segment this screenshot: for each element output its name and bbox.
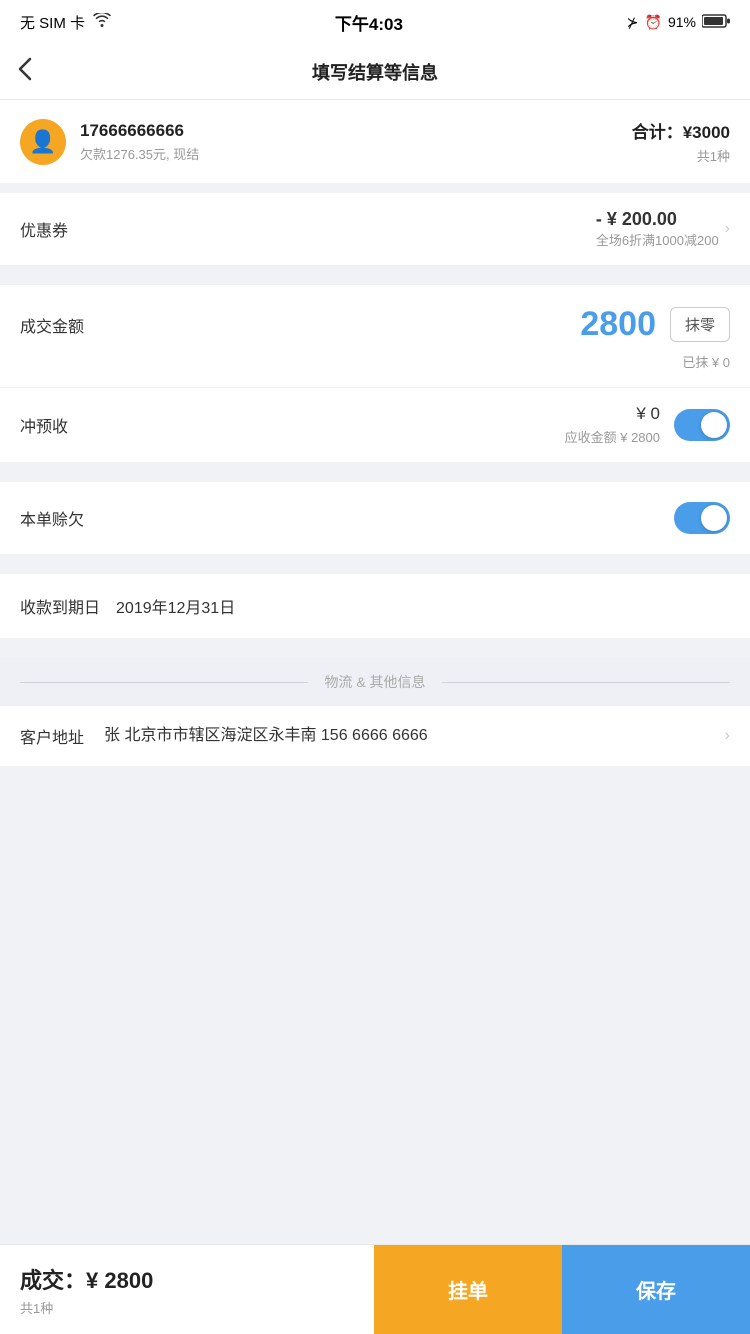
toggle-knob [701,412,727,438]
bottom-summary: 成交：¥ 2800 共1种 [0,1263,374,1317]
nav-bar: 填写结算等信息 [0,44,750,100]
prereceive-amount: ¥ 0 [565,404,660,424]
status-bar: 无 SIM 卡 下午4:03 ⊁ ⏰ 91% [0,0,750,44]
empty-space [0,776,750,896]
save-button[interactable]: 保存 [562,1245,750,1334]
battery-percent: 91% [668,14,696,30]
hold-button[interactable]: 挂单 [374,1245,562,1334]
location-icon: ⊁ [627,14,639,31]
bottom-bar: 成交：¥ 2800 共1种 挂单 保存 [0,1244,750,1334]
bottom-count: 共1种 [20,1298,354,1317]
debt-label: 本单赊欠 [20,506,84,530]
due-date-label: 收款到期日 [20,594,100,618]
amount-right: 2800 抹零 [580,305,730,344]
coupon-right: - ¥ 200.00 全场6折满1000减200 › [596,209,730,249]
debt-toggle[interactable] [674,502,730,534]
address-label: 客户地址 [20,724,84,748]
coupon-chevron-icon: › [725,220,730,238]
total-amount: 合计：¥3000 [632,118,730,143]
total-count: 共1种 [632,146,730,165]
round-button[interactable]: 抹零 [670,307,730,342]
status-time: 下午4:03 [335,10,403,35]
section-divider-4 [0,648,750,658]
prereceive-label: 冲预收 [20,413,68,437]
amount-value: 2800 [580,305,656,344]
content-area: 👤 17666666666 欠款1276.35元, 现结 合计：¥3000 共1… [0,100,750,996]
debt-row: 本单赊欠 [0,482,750,554]
amount-row: 成交金额 2800 抹零 [0,285,750,352]
coupon-row[interactable]: 优惠券 - ¥ 200.00 全场6折满1000减200 › [0,193,750,265]
battery-icon [702,14,730,31]
address-row[interactable]: 客户地址 张 北京市市辖区海淀区永丰南 156 6666 6666 › [0,706,750,766]
due-date-value: 2019年12月31日 [116,594,235,618]
customer-left: 👤 17666666666 欠款1276.35元, 现结 [20,119,199,165]
due-date-row: 收款到期日 2019年12月31日 [0,574,750,638]
wifi-icon [93,13,111,31]
status-left: 无 SIM 卡 [20,12,111,33]
prereceive-toggle[interactable] [674,409,730,441]
customer-info: 17666666666 欠款1276.35元, 现结 [80,121,199,163]
customer-right: 合计：¥3000 共1种 [632,118,730,165]
address-chevron-icon: › [725,727,730,745]
prereceive-right: ¥ 0 应收金额 ¥ 2800 [565,404,730,446]
coupon-discount: - ¥ 200.00 [596,209,719,230]
coupon-description: 全场6折满1000减200 [596,230,719,249]
amount-sub: 已抹 ¥ 0 [0,352,750,387]
customer-subtext: 欠款1276.35元, 现结 [80,144,199,163]
address-content: 张 北京市市辖区海淀区永丰南 156 6666 6666 [104,724,715,748]
page-title: 填写结算等信息 [312,59,438,85]
amount-label: 成交金额 [20,313,84,337]
logistics-divider: 物流 & 其他信息 [0,658,750,706]
logistics-label: 物流 & 其他信息 [324,672,425,692]
transaction-section: 成交金额 2800 抹零 已抹 ¥ 0 冲预收 ¥ 0 应收金额 ¥ 2800 [0,285,750,462]
customer-card: 👤 17666666666 欠款1276.35元, 现结 合计：¥3000 共1… [0,100,750,183]
section-divider-3 [0,564,750,574]
back-button[interactable] [18,57,32,87]
bottom-deal: 成交：¥ 2800 [20,1263,354,1295]
bottom-deal-label: 成交： [20,1268,86,1293]
avatar-icon: 👤 [29,129,56,155]
prereceive-info: ¥ 0 应收金额 ¥ 2800 [565,404,660,446]
prereceive-row: 冲预收 ¥ 0 应收金额 ¥ 2800 [0,387,750,462]
bottom-deal-amount: ¥ 2800 [86,1268,153,1293]
section-divider-2 [0,472,750,482]
debt-toggle-knob [701,505,727,531]
sim-status: 无 SIM 卡 [20,12,85,33]
section-divider-1 [0,275,750,285]
prereceive-sub: 应收金额 ¥ 2800 [565,427,660,446]
alarm-icon: ⏰ [645,14,662,31]
avatar: 👤 [20,119,66,165]
coupon-label: 优惠券 [20,217,68,241]
customer-phone: 17666666666 [80,121,199,141]
status-right: ⊁ ⏰ 91% [627,14,730,31]
